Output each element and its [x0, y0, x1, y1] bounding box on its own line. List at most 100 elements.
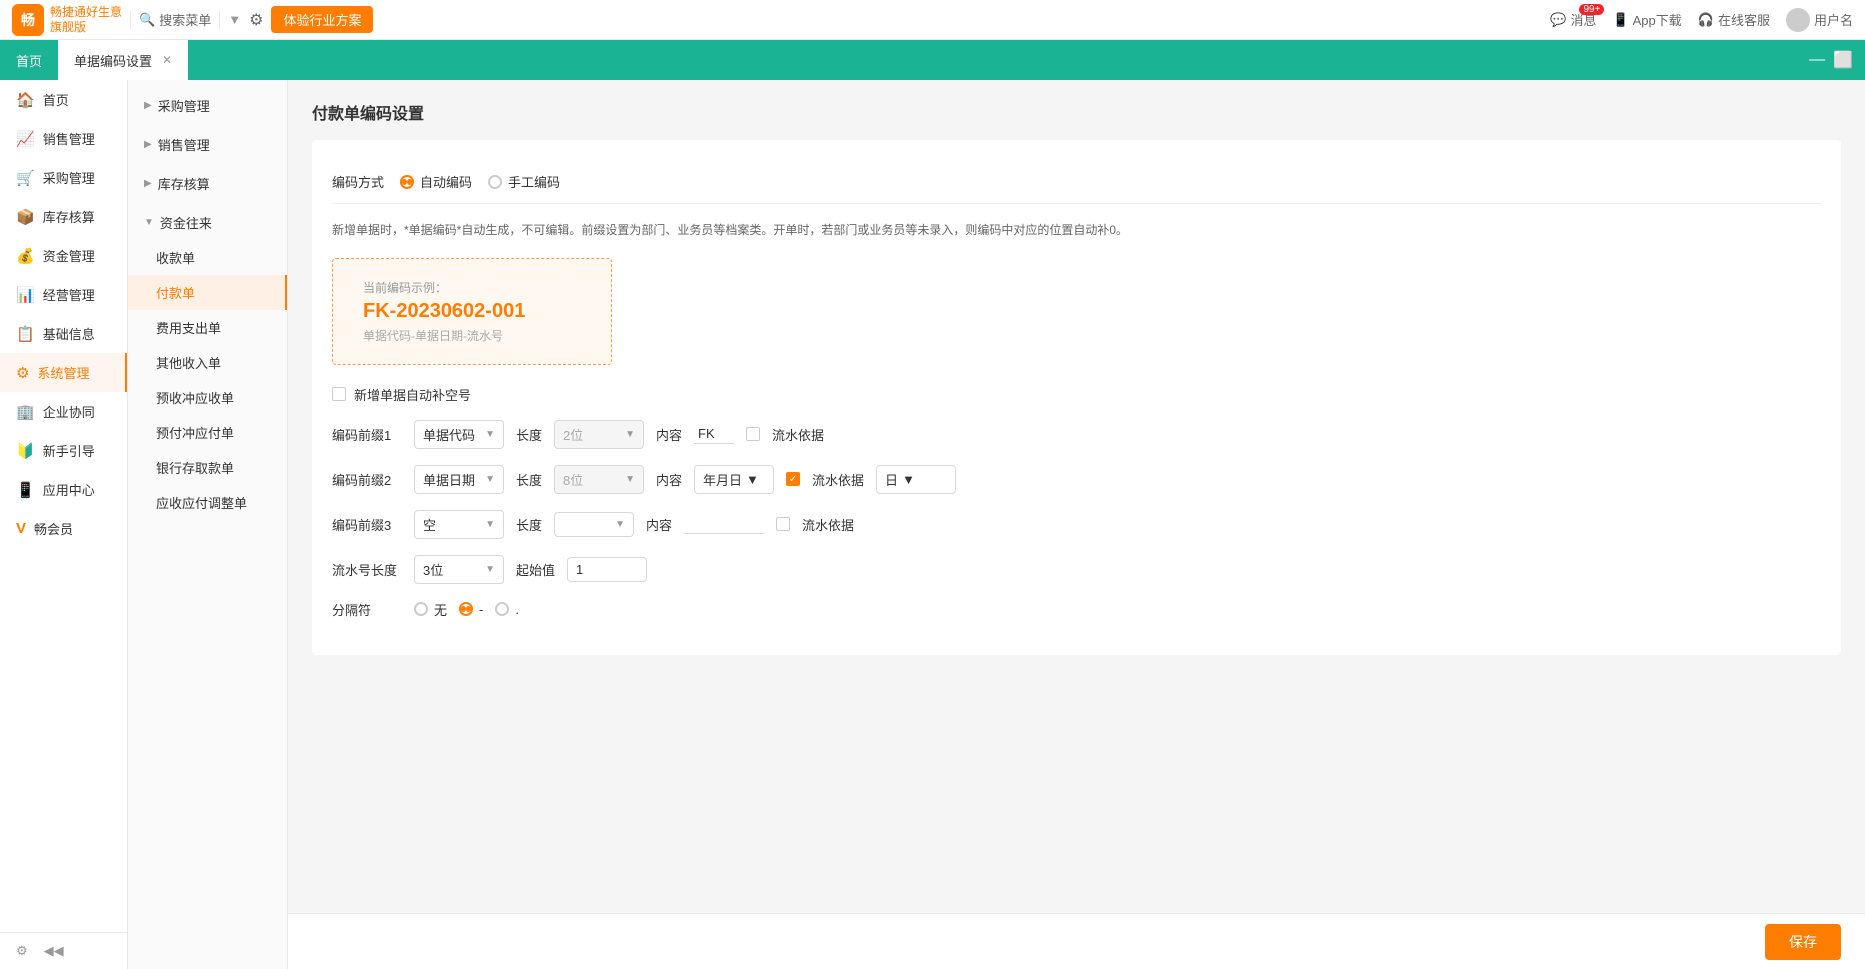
- settings-icon[interactable]: ⚙: [249, 10, 263, 30]
- preview-label: 当前编码示例：: [363, 279, 581, 296]
- sidebar-item-apps[interactable]: 📱 应用中心: [0, 470, 127, 509]
- watermark-label-3: 流水依据: [802, 515, 854, 534]
- content-label-1: 内容: [656, 425, 682, 444]
- desc-text: 新增单据时，*单据编码*自动生成，不可编辑。前缀设置为部门、业务员等档案类。开单…: [332, 220, 1821, 242]
- serial-length-arrow: ▼: [485, 564, 495, 575]
- message-button[interactable]: 💬 消息 99+: [1550, 10, 1596, 29]
- watermark-checkbox-2[interactable]: ✓: [786, 472, 800, 486]
- preview-sub: 单据代码-单据日期-流水号: [363, 327, 581, 344]
- sidebar-item-enterprise[interactable]: 🏢 企业协同: [0, 392, 127, 431]
- service-button[interactable]: 🎧 在线客服: [1698, 10, 1770, 29]
- brand-icon: 畅: [12, 4, 44, 36]
- sidebar-item-purchase[interactable]: 🛒 采购管理: [0, 158, 127, 197]
- separator-none-radio[interactable]: 无: [414, 600, 447, 619]
- sub-item-expense[interactable]: 费用支出单: [128, 310, 287, 345]
- prefix-select-3[interactable]: 空 ▼: [414, 510, 504, 539]
- auto-encode-radio[interactable]: 自动编码: [400, 172, 472, 191]
- manual-encode-radio[interactable]: 手工编码: [488, 172, 560, 191]
- sub-sidebar: ▶ 采购管理 ▶ 销售管理 ▶ 库存核算 ▼ 资金往来 收款单 付款单 费用支出…: [128, 80, 288, 969]
- separator-dot-circle: [495, 602, 509, 616]
- prefix-label-1: 编码前缀1: [332, 425, 402, 444]
- bottom-bar: 保存: [288, 913, 1865, 969]
- tab-encode-label: 单据编码设置: [74, 51, 152, 70]
- sidebar-collapse-icon[interactable]: ◀◀: [44, 943, 64, 959]
- auto-encode-circle: [400, 175, 414, 189]
- serial-row: 流水号长度 3位 ▼ 起始值: [332, 555, 1821, 584]
- finance-icon: 💰: [16, 247, 35, 265]
- tab-home-label: 首页: [16, 51, 42, 70]
- sub-group-sales: ▶ 销售管理: [128, 127, 287, 162]
- period-select-2-arrow: ▼: [902, 472, 915, 487]
- length-select-2[interactable]: 8位 ▼: [554, 465, 644, 494]
- sidebar-item-guide[interactable]: 🔰 新手引导: [0, 431, 127, 470]
- tab-maximize-icon[interactable]: ⬜: [1833, 50, 1853, 70]
- watermark-checkbox-3[interactable]: [776, 517, 790, 531]
- content-select-2-arrow: ▼: [746, 472, 759, 487]
- tab-close-icon[interactable]: ✕: [162, 53, 172, 67]
- prefix-select-1[interactable]: 单据代码 ▼: [414, 420, 504, 449]
- serial-length-select[interactable]: 3位 ▼: [414, 555, 504, 584]
- sidebar-item-vip[interactable]: V 畅会员: [0, 509, 127, 548]
- prefix-select-2[interactable]: 单据日期 ▼: [414, 465, 504, 494]
- system-icon: ⚙: [16, 364, 29, 382]
- sub-item-prepay-payment[interactable]: 预付冲应付单: [128, 415, 287, 450]
- watermark-checkbox-1[interactable]: [746, 427, 760, 441]
- sidebar-item-sales[interactable]: 📈 销售管理: [0, 119, 127, 158]
- app-download-button[interactable]: 📱 App下载: [1612, 10, 1681, 29]
- prefix-select-2-arrow: ▼: [485, 474, 495, 485]
- start-value-input[interactable]: [567, 557, 647, 582]
- brand-text: 畅捷通好生意 旗舰版: [50, 5, 122, 34]
- sidebar-item-operations[interactable]: 📊 经营管理: [0, 275, 127, 314]
- period-select-2[interactable]: 日 ▼: [876, 465, 956, 494]
- page-title: 付款单编码设置: [312, 100, 1841, 124]
- basic-icon: 📋: [16, 325, 35, 343]
- sub-item-income[interactable]: 其他收入单: [128, 345, 287, 380]
- sidebar-item-basic[interactable]: 📋 基础信息: [0, 314, 127, 353]
- content-select-2[interactable]: 年月日 ▼: [694, 465, 774, 494]
- sub-group-purchase-header[interactable]: ▶ 采购管理: [128, 88, 287, 123]
- manual-encode-circle: [488, 175, 502, 189]
- user-menu[interactable]: 用户名: [1786, 8, 1853, 32]
- auto-fill-row: 新增单据自动补空号: [332, 385, 1821, 404]
- sub-group-finance-header[interactable]: ▼ 资金往来: [128, 205, 287, 240]
- serial-length-label: 流水号长度: [332, 560, 402, 579]
- sub-item-prepay-receipt[interactable]: 预收冲应收单: [128, 380, 287, 415]
- separator-dash-radio[interactable]: -: [459, 602, 483, 617]
- tab-encode[interactable]: 单据编码设置 ✕: [58, 40, 188, 80]
- length-select-1[interactable]: 2位 ▼: [554, 420, 644, 449]
- sidebar-item-inventory[interactable]: 📦 库存核算: [0, 197, 127, 236]
- sub-item-payment[interactable]: 付款单: [128, 275, 287, 310]
- prefix-row-2: 编码前缀2 单据日期 ▼ 长度 8位 ▼ 内容 年月日 ▼ ✓: [332, 465, 1821, 494]
- tab-minimize-icon[interactable]: —: [1809, 51, 1825, 69]
- sidebar-item-system[interactable]: ⚙ 系统管理: [0, 353, 127, 392]
- save-button[interactable]: 保存: [1765, 924, 1841, 960]
- brand: 畅 畅捷通好生意 旗舰版: [12, 4, 122, 36]
- separator-dot-radio[interactable]: .: [495, 602, 519, 617]
- tab-home[interactable]: 首页: [0, 40, 58, 80]
- sidebar-item-home[interactable]: 🏠 首页: [0, 80, 127, 119]
- sidebar-bottom: ⚙ ◀◀: [0, 932, 127, 969]
- search-icon: 🔍: [139, 12, 155, 28]
- auto-fill-checkbox[interactable]: [332, 387, 346, 401]
- length-select-3[interactable]: ▼: [554, 512, 634, 537]
- prefix-label-2: 编码前缀2: [332, 470, 402, 489]
- content-label-3: 内容: [646, 515, 672, 534]
- content-wrapper: 付款单编码设置 编码方式 自动编码 手工编码: [288, 80, 1865, 969]
- purchase-icon: 🛒: [16, 169, 35, 187]
- sub-item-bank[interactable]: 银行存取款单: [128, 450, 287, 485]
- tabbar-right: — ⬜: [1809, 50, 1865, 70]
- trial-button[interactable]: 体验行业方案: [271, 6, 373, 33]
- content: 付款单编码设置 编码方式 自动编码 手工编码: [288, 80, 1865, 913]
- sub-item-receipt[interactable]: 收款单: [128, 240, 287, 275]
- watermark-label-2: 流水依据: [812, 470, 864, 489]
- sub-item-adjust[interactable]: 应收应付调整单: [128, 485, 287, 520]
- sub-group-inventory-header[interactable]: ▶ 库存核算: [128, 166, 287, 201]
- sub-group-sales-header[interactable]: ▶ 销售管理: [128, 127, 287, 162]
- operations-icon: 📊: [16, 286, 35, 304]
- sidebar-item-finance[interactable]: 💰 资金管理: [0, 236, 127, 275]
- collapse-icon[interactable]: ▼: [228, 12, 241, 27]
- sidebar-settings-icon[interactable]: ⚙: [16, 943, 28, 959]
- search-menu[interactable]: 🔍 搜索菜单: [139, 10, 211, 29]
- separator-dash-circle: [459, 602, 473, 616]
- service-icon: 🎧: [1698, 12, 1714, 28]
